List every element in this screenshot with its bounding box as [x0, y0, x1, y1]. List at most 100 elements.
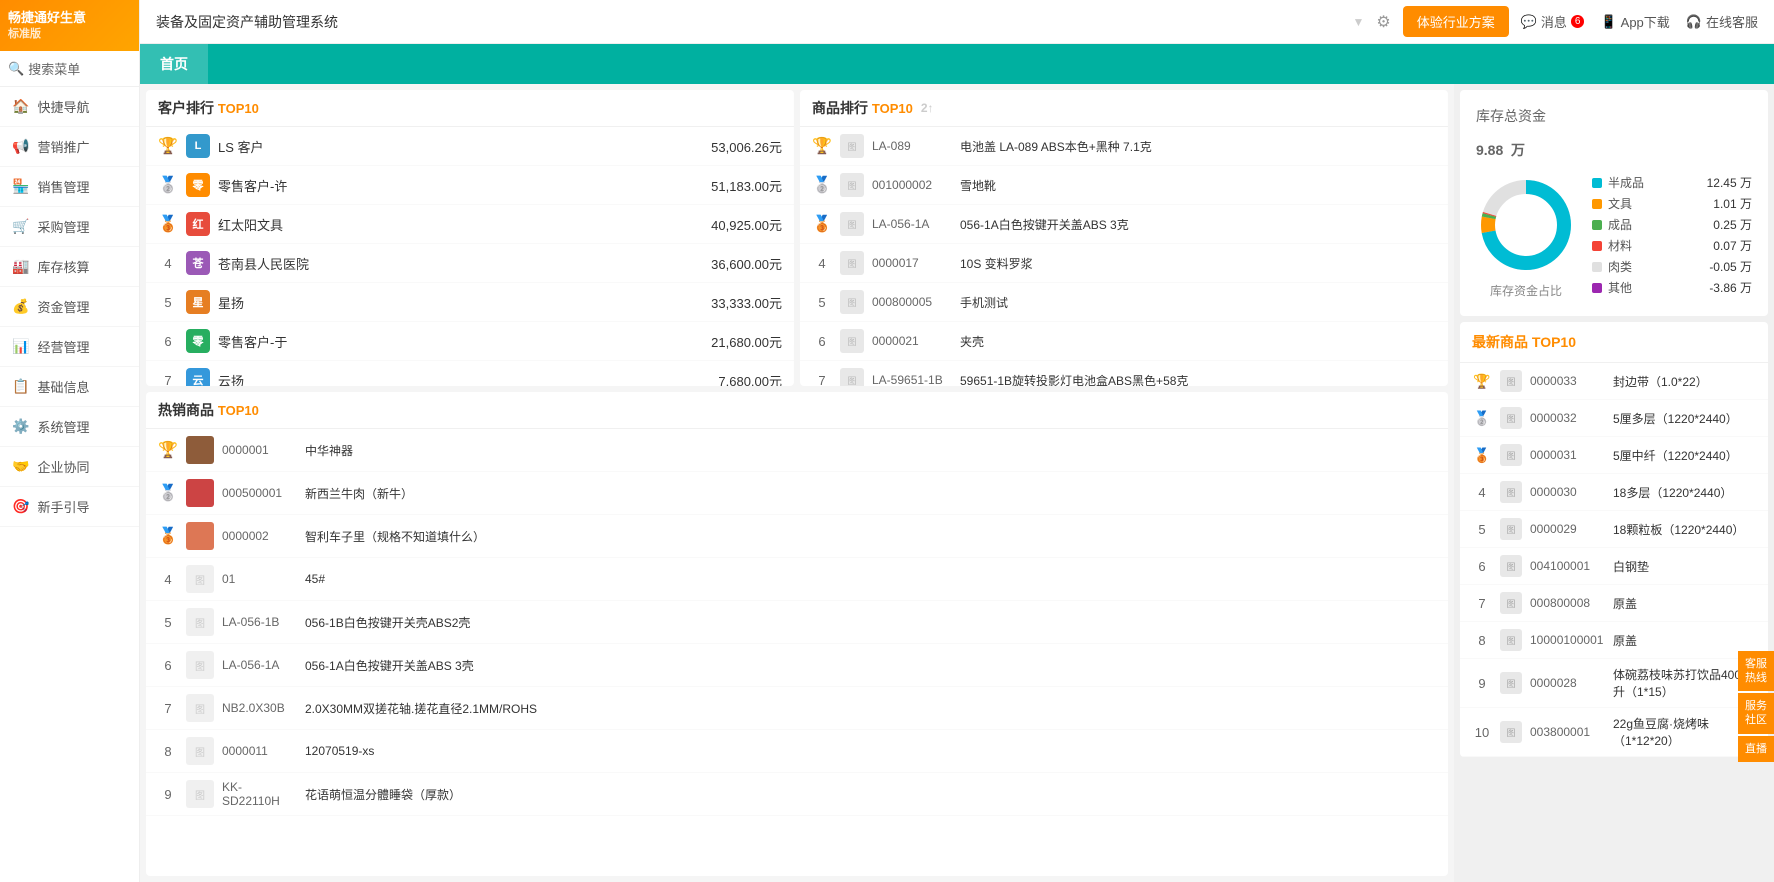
rank-num-6: 6 — [158, 334, 178, 349]
prod-name-7: 59651-1B旋转投影灯电池盒ABS黑色+58克 — [960, 372, 1436, 387]
sidebar-item-label: 经营管理 — [37, 337, 89, 356]
system-title: 装备及固定资产辅助管理系统 — [156, 12, 1340, 32]
sidebar-item-cooperation[interactable]: 🤝 企业协同 — [0, 447, 139, 487]
sidebar-item-basics[interactable]: 📋 基础信息 — [0, 367, 139, 407]
hot-code-5: LA-056-1B — [222, 615, 297, 629]
donut-chart-container: 库存资金占比 — [1476, 175, 1576, 299]
hot-products-header: 热销商品 TOP10 — [146, 392, 1448, 429]
hot-trophy-3: 🥉 — [158, 526, 178, 546]
hot-img-7: 图 — [186, 694, 214, 722]
np-name-3: 5厘中纤（1220*2440） — [1613, 447, 1756, 464]
legend-value-4: -0.05 万 — [1709, 258, 1752, 275]
np-row-2: 🥈 图 0000032 5厘多层（1220*2440） — [1460, 400, 1768, 437]
gear-icon[interactable]: ⚙ — [1376, 12, 1390, 32]
hot-row-3: 🥉 0000002 智利车子里（规格不知道填什么） — [146, 515, 1448, 558]
customer-avatar-1: L — [186, 134, 210, 158]
np-name-7: 原盖 — [1613, 595, 1756, 612]
new-products-panel: 最新商品 TOP10 🏆 图 0000033 封边带（1.0*22） 🥈 图 0… — [1460, 322, 1768, 757]
legend-dot-4 — [1592, 262, 1602, 272]
nav-tabs: 首页 — [140, 44, 1774, 84]
messages-action[interactable]: 💬 消息 6 — [1521, 12, 1585, 31]
finance-icon: 💰 — [12, 298, 29, 315]
prod-rank-7: 7 — [812, 373, 832, 387]
logo-line2: 标准版 — [8, 27, 86, 41]
customer-rank-row-7: 7 云 云扬 7,680.00元 — [146, 361, 794, 386]
customer-amount-3: 40,925.00元 — [711, 215, 782, 234]
float-btn-live[interactable]: 直播 — [1738, 736, 1774, 762]
np-row-10: 10 图 003800001 22g鱼豆腐·烧烤味（1*12*20） — [1460, 708, 1768, 757]
hot-name-6: 056-1A白色按键开关盖ABS 3壳 — [305, 657, 1436, 674]
guide-icon: 🎯 — [12, 498, 29, 515]
product-row-2: 🥈 图 001000002 雪地靴 — [800, 166, 1448, 205]
sidebar-item-sales[interactable]: 🏪 销售管理 — [0, 167, 139, 207]
customer-rank-row-2: 🥈 零 零售客户-许 51,183.00元 — [146, 166, 794, 205]
marketing-icon: 📢 — [12, 138, 29, 155]
app-download-action[interactable]: 📱 App下载 — [1600, 12, 1669, 31]
hot-products-title: 热销商品 — [158, 400, 218, 420]
sidebar-item-guide[interactable]: 🎯 新手引导 — [0, 487, 139, 527]
customer-amount-2: 51,183.00元 — [711, 176, 782, 195]
sidebar-item-purchase[interactable]: 🛒 采购管理 — [0, 207, 139, 247]
sidebar-item-finance[interactable]: 💰 资金管理 — [0, 287, 139, 327]
prod-trophy-2: 🥈 — [812, 175, 832, 195]
np-row-7: 7 图 000800008 原盖 — [1460, 585, 1768, 622]
legend-item-2: 成品 0.25 万 — [1592, 216, 1752, 233]
tab-home[interactable]: 首页 — [140, 44, 208, 84]
inventory-unit: 万 — [1511, 142, 1525, 158]
prod-rank-6: 6 — [812, 334, 832, 349]
np-row-9: 9 图 0000028 体碗荔枝味苏打饮品400毫升（1*15） — [1460, 659, 1768, 708]
experience-btn[interactable]: 体验行业方案 — [1403, 6, 1509, 37]
np-rank-5: 5 — [1472, 522, 1492, 537]
prod-trophy-3: 🥉 — [812, 214, 832, 234]
customer-avatar-4: 苍 — [186, 251, 210, 275]
legend-name-1: 文具 — [1608, 195, 1707, 212]
hot-row-7: 7 图 NB2.0X30B 2.0X30MM双搓花轴.搓花直径2.1MM/ROH… — [146, 687, 1448, 730]
legend-name-5: 其他 — [1608, 279, 1703, 296]
customer-name-6: 零售客户-于 — [218, 332, 703, 351]
hot-code-8: 0000011 — [222, 744, 297, 758]
customer-avatar-7: 云 — [186, 368, 210, 386]
sidebar-item-inventory[interactable]: 🏭 库存核算 — [0, 247, 139, 287]
np-rank-4: 4 — [1472, 485, 1492, 500]
prod-code-5: 000800005 — [872, 295, 952, 309]
legend-item-4: 肉类 -0.05 万 — [1592, 258, 1752, 275]
app-download-label: App下载 — [1621, 12, 1670, 31]
dropdown-arrow-icon[interactable]: ▼ — [1352, 15, 1364, 29]
np-row-1: 🏆 图 0000033 封边带（1.0*22） — [1460, 363, 1768, 400]
rank-num-5: 5 — [158, 295, 178, 310]
messages-badge: 6 — [1571, 15, 1585, 28]
sidebar-item-label: 新手引导 — [37, 497, 89, 516]
hot-row-1: 🏆 0000001 中华神器 — [146, 429, 1448, 472]
sidebar-item-operations[interactable]: 📊 经营管理 — [0, 327, 139, 367]
sidebar-item-system[interactable]: ⚙️ 系统管理 — [0, 407, 139, 447]
customer-amount-6: 21,680.00元 — [711, 332, 782, 351]
legend-value-5: -3.86 万 — [1709, 279, 1752, 296]
prod-rank-4: 4 — [812, 256, 832, 271]
prod-code-2: 001000002 — [872, 178, 952, 192]
float-btn-service[interactable]: 客服热线 — [1738, 651, 1774, 692]
float-btn-community[interactable]: 服务社区 — [1738, 693, 1774, 734]
hot-img-4: 图 — [186, 565, 214, 593]
hot-name-7: 2.0X30MM双搓花轴.搓花直径2.1MM/ROHS — [305, 700, 1436, 717]
prod-trophy-1: 🏆 — [812, 136, 832, 156]
customer-amount-4: 36,600.00元 — [711, 254, 782, 273]
customer-name-3: 红太阳文具 — [218, 215, 703, 234]
customer-ranking-header: 客户排行 TOP10 — [146, 90, 794, 127]
system-icon: ⚙️ — [12, 418, 29, 435]
search-menu[interactable]: 🔍 搜索菜单 — [0, 51, 139, 87]
inventory-amount-value: 9.88 — [1476, 142, 1503, 158]
prod-img-2: 图 — [840, 173, 864, 197]
online-service-action[interactable]: 🎧 在线客服 — [1686, 12, 1758, 31]
hot-trophy-2: 🥈 — [158, 483, 178, 503]
legend-value-2: 0.25 万 — [1713, 216, 1752, 233]
customer-rank-row-1: 🏆 L LS 客户 53,006.26元 — [146, 127, 794, 166]
sidebar-item-marketing[interactable]: 📢 营销推广 — [0, 127, 139, 167]
message-icon: 💬 — [1521, 14, 1537, 30]
prod-img-6: 图 — [840, 329, 864, 353]
prod-rank-5: 5 — [812, 295, 832, 310]
prod-img-3: 图 — [840, 212, 864, 236]
sidebar-item-quick-nav[interactable]: 🏠 快捷导航 — [0, 87, 139, 127]
product-ranking-panel: 商品排行 TOP10 2↑ 🏆 图 LA-089 电池盖 LA-089 ABS本… — [800, 90, 1448, 386]
product-tab-indicator: 2↑ — [921, 101, 934, 115]
hot-name-3: 智利车子里（规格不知道填什么） — [305, 528, 1436, 545]
